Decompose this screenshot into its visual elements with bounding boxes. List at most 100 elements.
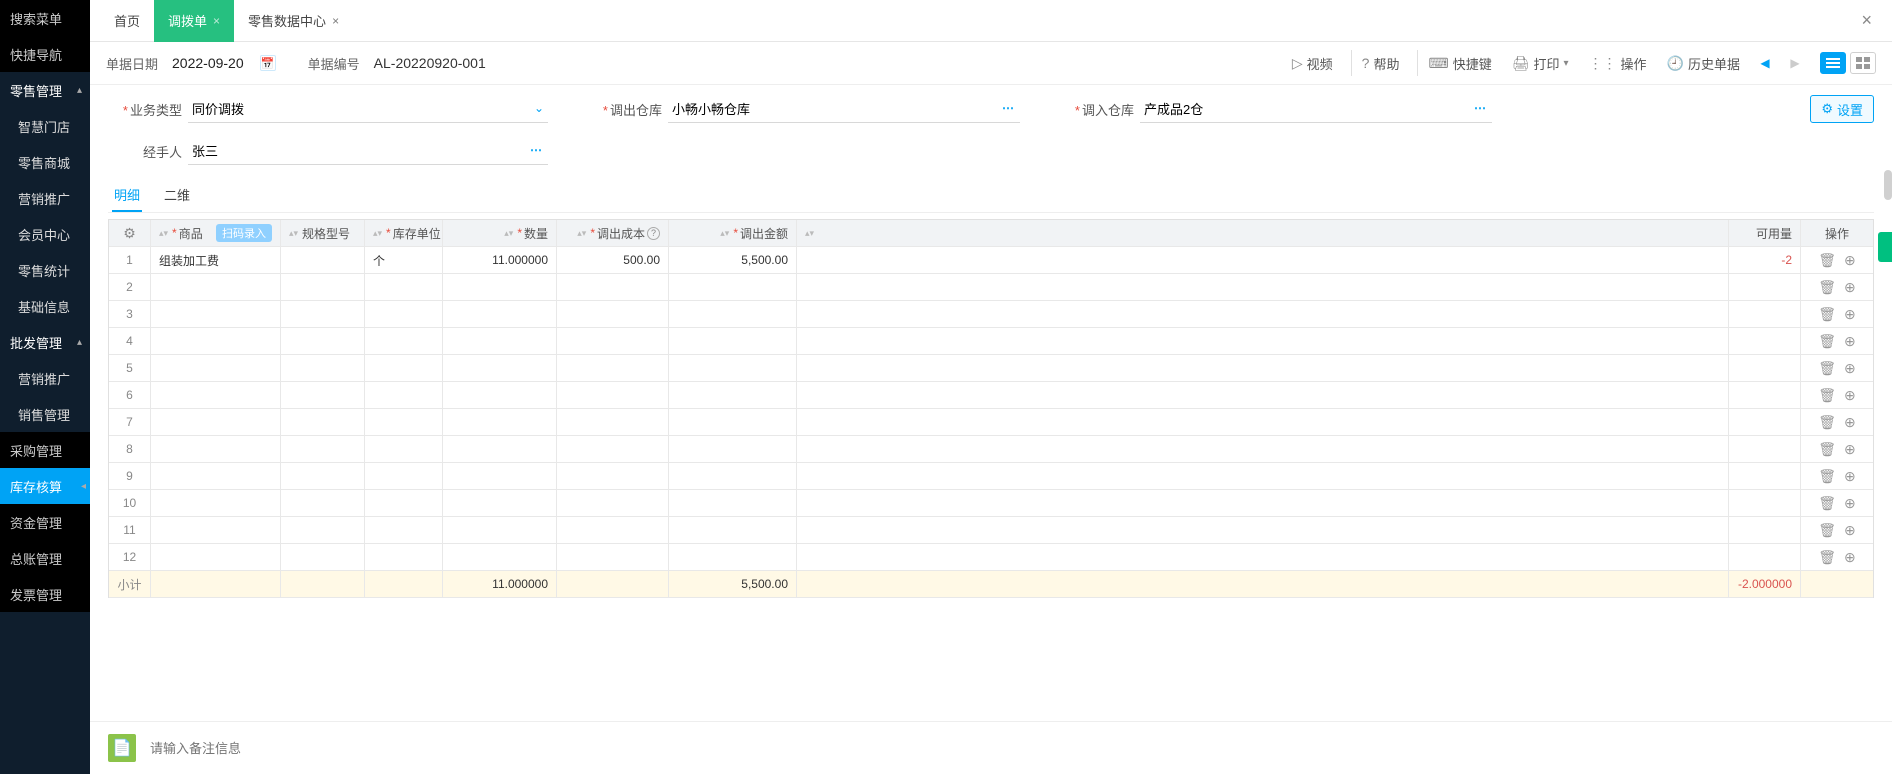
cell-cost[interactable] xyxy=(557,436,669,462)
cell-spec[interactable] xyxy=(281,328,365,354)
cell-cost[interactable] xyxy=(557,463,669,489)
sidebar-fund[interactable]: 资金管理 xyxy=(0,504,90,540)
cell-product[interactable] xyxy=(151,544,281,570)
cell-unit[interactable] xyxy=(365,328,443,354)
sidebar-sales-mgmt[interactable]: 销售管理 xyxy=(0,396,90,432)
table-row[interactable]: 7🗑⊕ xyxy=(109,409,1873,436)
out-wh-select[interactable] xyxy=(668,95,1020,123)
delete-icon[interactable]: 🗑 xyxy=(1818,333,1836,350)
delete-icon[interactable]: 🗑 xyxy=(1818,468,1836,485)
biz-type-select[interactable] xyxy=(188,95,548,123)
cell-product[interactable] xyxy=(151,490,281,516)
table-row[interactable]: 1组装加工费个11.000000500.005,500.00-2🗑⊕ xyxy=(109,247,1873,274)
cell-amount[interactable] xyxy=(669,382,797,408)
add-icon[interactable]: ⊕ xyxy=(1844,549,1856,566)
sidebar-wholesale-marketing[interactable]: 营销推广 xyxy=(0,360,90,396)
prev-page-button[interactable]: ◀ xyxy=(1754,52,1776,74)
cell-product[interactable] xyxy=(151,409,281,435)
cell-qty[interactable] xyxy=(443,355,557,381)
cell-spec[interactable] xyxy=(281,436,365,462)
subtab-2d[interactable]: 二维 xyxy=(162,179,192,212)
cell-amount[interactable] xyxy=(669,544,797,570)
table-row[interactable]: 11🗑⊕ xyxy=(109,517,1873,544)
view-list-button[interactable] xyxy=(1820,52,1846,74)
cell-cost[interactable] xyxy=(557,544,669,570)
col-avail[interactable]: 可用量 xyxy=(1729,220,1801,246)
add-icon[interactable]: ⊕ xyxy=(1844,279,1856,296)
sidebar-purchase[interactable]: 采购管理 xyxy=(0,432,90,468)
close-icon[interactable]: × xyxy=(213,14,220,28)
cell-product[interactable]: 组装加工费 xyxy=(151,247,281,273)
cell-cost[interactable] xyxy=(557,490,669,516)
scan-button[interactable]: 扫码录入 xyxy=(216,224,272,242)
delete-icon[interactable]: 🗑 xyxy=(1818,387,1836,404)
cell-unit[interactable] xyxy=(365,382,443,408)
action-button[interactable]: ⋮⋮操作 xyxy=(1583,50,1653,76)
delete-icon[interactable]: 🗑 xyxy=(1818,252,1836,269)
table-row[interactable]: 9🗑⊕ xyxy=(109,463,1873,490)
cell-spec[interactable] xyxy=(281,544,365,570)
cell-unit[interactable]: 个 xyxy=(365,247,443,273)
cell-unit[interactable] xyxy=(365,301,443,327)
print-button[interactable]: 🖨打印▾ xyxy=(1506,50,1575,76)
cell-qty[interactable] xyxy=(443,436,557,462)
sidebar-marketing[interactable]: 营销推广 xyxy=(0,180,90,216)
delete-icon[interactable]: 🗑 xyxy=(1818,414,1836,431)
tabbar-close-icon[interactable]: × xyxy=(1851,10,1882,31)
cell-cost[interactable] xyxy=(557,355,669,381)
cell-unit[interactable] xyxy=(365,517,443,543)
col-amount[interactable]: ▴▾*调出金额 xyxy=(669,220,797,246)
delete-icon[interactable]: 🗑 xyxy=(1818,441,1836,458)
cell-amount[interactable] xyxy=(669,409,797,435)
add-icon[interactable]: ⊕ xyxy=(1844,333,1856,350)
cell-qty[interactable] xyxy=(443,490,557,516)
cell-cost[interactable] xyxy=(557,274,669,300)
add-icon[interactable]: ⊕ xyxy=(1844,414,1856,431)
video-button[interactable]: ▷视频 xyxy=(1286,50,1339,76)
cell-unit[interactable] xyxy=(365,274,443,300)
cell-product[interactable] xyxy=(151,436,281,462)
sidebar-gl[interactable]: 总账管理 xyxy=(0,540,90,576)
col-spec[interactable]: ▴▾规格型号 xyxy=(281,220,365,246)
add-icon[interactable]: ⊕ xyxy=(1844,522,1856,539)
cell-spec[interactable] xyxy=(281,355,365,381)
cell-cost[interactable]: 500.00 xyxy=(557,247,669,273)
cell-unit[interactable] xyxy=(365,490,443,516)
cell-qty[interactable] xyxy=(443,409,557,435)
sidebar-member[interactable]: 会员中心 xyxy=(0,216,90,252)
tab-transfer[interactable]: 调拨单× xyxy=(154,0,234,42)
remark-input[interactable] xyxy=(150,741,1874,756)
cell-qty[interactable] xyxy=(443,517,557,543)
cell-amount[interactable] xyxy=(669,463,797,489)
sidebar-quick-nav[interactable]: 快捷导航 xyxy=(0,36,90,72)
cell-product[interactable] xyxy=(151,517,281,543)
cell-product[interactable] xyxy=(151,328,281,354)
add-icon[interactable]: ⊕ xyxy=(1844,468,1856,485)
delete-icon[interactable]: 🗑 xyxy=(1818,360,1836,377)
cell-qty[interactable] xyxy=(443,544,557,570)
handler-select[interactable] xyxy=(188,137,548,165)
sidebar-search-menu[interactable]: 搜索菜单 xyxy=(0,0,90,36)
cell-spec[interactable] xyxy=(281,463,365,489)
cell-cost[interactable] xyxy=(557,517,669,543)
cell-qty[interactable] xyxy=(443,328,557,354)
add-icon[interactable]: ⊕ xyxy=(1844,306,1856,323)
col-unit[interactable]: ▴▾*库存单位 xyxy=(365,220,443,246)
cell-amount[interactable] xyxy=(669,274,797,300)
delete-icon[interactable]: 🗑 xyxy=(1818,279,1836,296)
settings-button[interactable]: ⚙设置 xyxy=(1810,95,1874,123)
add-icon[interactable]: ⊕ xyxy=(1844,387,1856,404)
help-icon[interactable]: ? xyxy=(647,227,660,240)
cell-qty[interactable] xyxy=(443,463,557,489)
sidebar-smart-store[interactable]: 智慧门店 xyxy=(0,108,90,144)
add-icon[interactable]: ⊕ xyxy=(1844,441,1856,458)
cell-unit[interactable] xyxy=(365,355,443,381)
cell-amount[interactable]: 5,500.00 xyxy=(669,247,797,273)
date-value[interactable]: 2022-09-20 xyxy=(172,55,244,71)
sidebar-inventory[interactable]: 库存核算◂ xyxy=(0,468,90,504)
cell-unit[interactable] xyxy=(365,544,443,570)
col-product[interactable]: ▴▾*商品扫码录入 xyxy=(151,220,281,246)
delete-icon[interactable]: 🗑 xyxy=(1818,495,1836,512)
cell-product[interactable] xyxy=(151,355,281,381)
table-row[interactable]: 3🗑⊕ xyxy=(109,301,1873,328)
